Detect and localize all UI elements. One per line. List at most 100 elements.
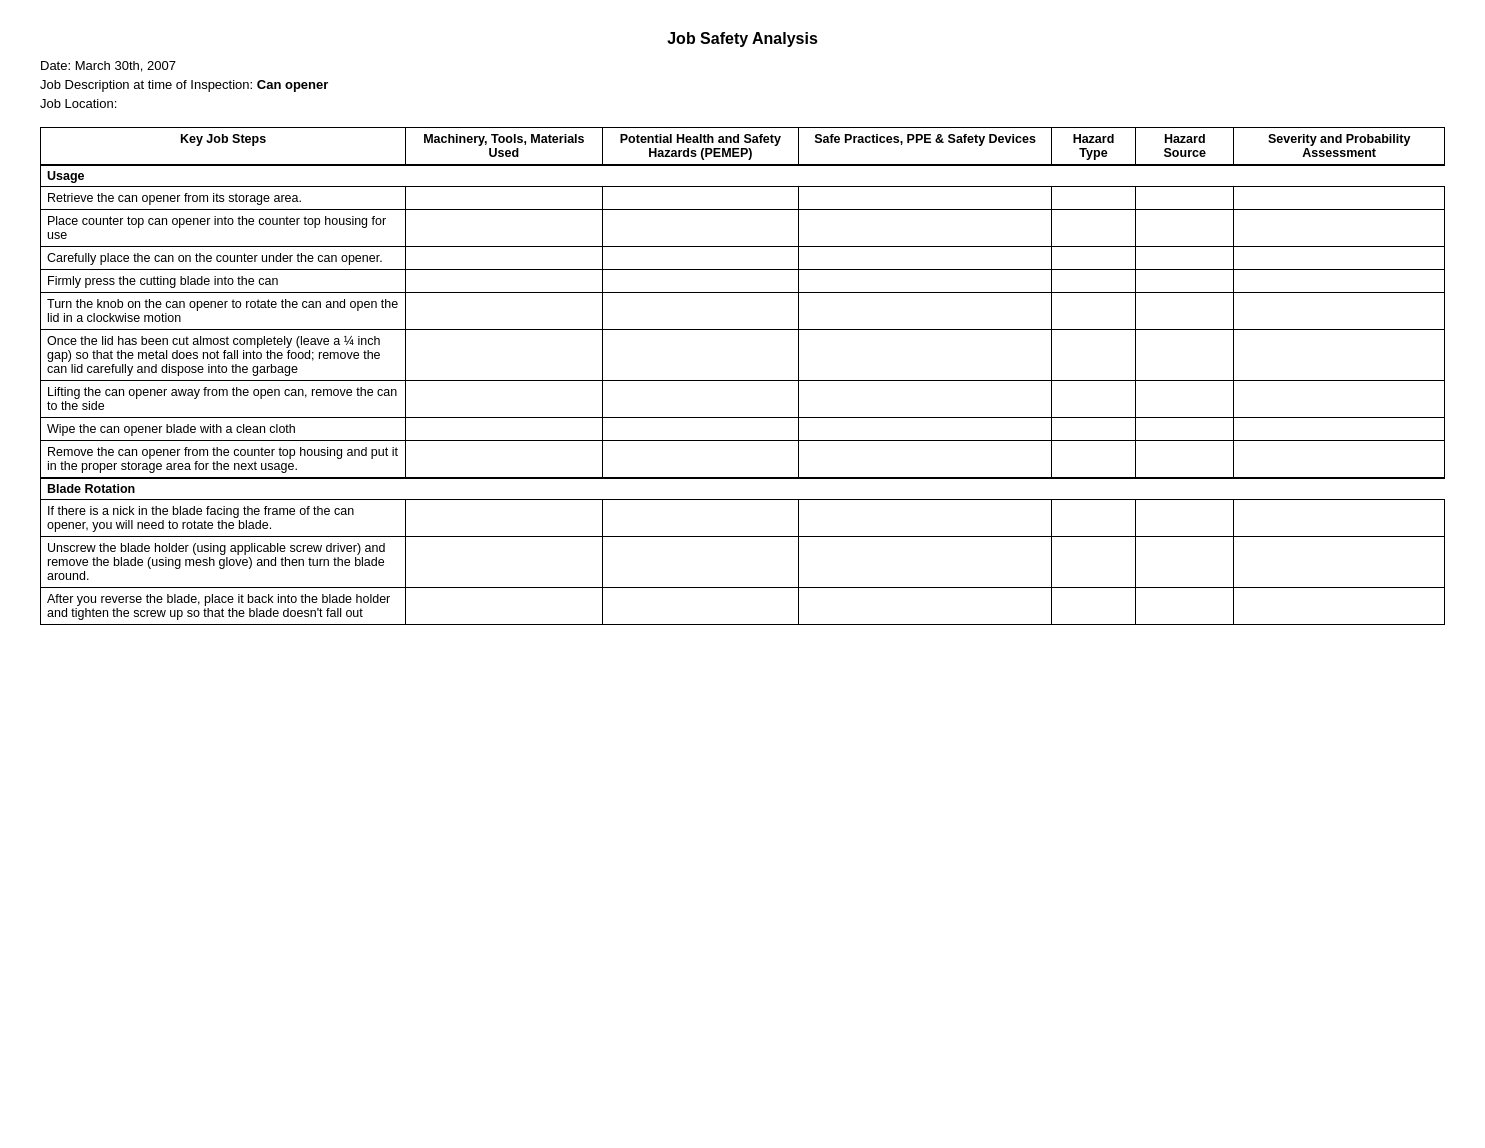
- data-cell: [1051, 588, 1135, 625]
- data-cell: [1051, 247, 1135, 270]
- key-step-cell: Remove the can opener from the counter t…: [41, 441, 406, 479]
- table-row: Place counter top can opener into the co…: [41, 210, 1445, 247]
- data-cell: [1136, 441, 1234, 479]
- data-cell: [1136, 500, 1234, 537]
- data-cell: [1136, 270, 1234, 293]
- data-cell: [406, 588, 603, 625]
- key-step-cell: Lifting the can opener away from the ope…: [41, 381, 406, 418]
- data-cell: [799, 210, 1052, 247]
- table-row: Turn the knob on the can opener to rotat…: [41, 293, 1445, 330]
- data-cell: [602, 418, 799, 441]
- data-cell: [602, 441, 799, 479]
- table-row: After you reverse the blade, place it ba…: [41, 588, 1445, 625]
- key-step-cell: Carefully place the can on the counter u…: [41, 247, 406, 270]
- page-title: Job Safety Analysis: [40, 30, 1445, 48]
- data-cell: [602, 210, 799, 247]
- data-cell: [1136, 537, 1234, 588]
- data-cell: [1051, 537, 1135, 588]
- header-machinery: Machinery, Tools, Materials Used: [406, 128, 603, 166]
- data-cell: [406, 247, 603, 270]
- data-cell: [406, 187, 603, 210]
- key-step-cell: Wipe the can opener blade with a clean c…: [41, 418, 406, 441]
- data-cell: [602, 381, 799, 418]
- data-cell: [799, 293, 1052, 330]
- data-cell: [1136, 330, 1234, 381]
- data-cell: [1051, 330, 1135, 381]
- table-row: Lifting the can opener away from the ope…: [41, 381, 1445, 418]
- data-cell: [1136, 381, 1234, 418]
- data-cell: [602, 588, 799, 625]
- data-cell: [1051, 418, 1135, 441]
- key-step-cell: If there is a nick in the blade facing t…: [41, 500, 406, 537]
- data-cell: [1234, 381, 1445, 418]
- table-row: Carefully place the can on the counter u…: [41, 247, 1445, 270]
- data-cell: [799, 500, 1052, 537]
- data-cell: [1051, 441, 1135, 479]
- data-cell: [406, 293, 603, 330]
- table-row: Unscrew the blade holder (using applicab…: [41, 537, 1445, 588]
- data-cell: [602, 330, 799, 381]
- data-cell: [799, 381, 1052, 418]
- header-hazard-source: Hazard Source: [1136, 128, 1234, 166]
- key-step-cell: Firmly press the cutting blade into the …: [41, 270, 406, 293]
- data-cell: [406, 500, 603, 537]
- meta-job-desc: Job Description at time of Inspection: C…: [40, 77, 1445, 92]
- data-cell: [602, 537, 799, 588]
- table-row: Remove the can opener from the counter t…: [41, 441, 1445, 479]
- data-cell: [1136, 247, 1234, 270]
- data-cell: [1051, 210, 1135, 247]
- data-cell: [1234, 247, 1445, 270]
- table-row: Retrieve the can opener from its storage…: [41, 187, 1445, 210]
- table-row: If there is a nick in the blade facing t…: [41, 500, 1445, 537]
- table-row: Firmly press the cutting blade into the …: [41, 270, 1445, 293]
- header-safe-practices: Safe Practices, PPE & Safety Devices: [799, 128, 1052, 166]
- header-key-job-steps: Key Job Steps: [41, 128, 406, 166]
- data-cell: [1136, 210, 1234, 247]
- key-step-cell: Turn the knob on the can opener to rotat…: [41, 293, 406, 330]
- data-cell: [799, 187, 1052, 210]
- key-step-cell: Once the lid has been cut almost complet…: [41, 330, 406, 381]
- data-cell: [602, 270, 799, 293]
- header-severity: Severity and Probability Assessment: [1234, 128, 1445, 166]
- data-cell: [1234, 270, 1445, 293]
- header-potential: Potential Health and Safety Hazards (PEM…: [602, 128, 799, 166]
- key-step-cell: Unscrew the blade holder (using applicab…: [41, 537, 406, 588]
- data-cell: [406, 270, 603, 293]
- data-cell: [1234, 210, 1445, 247]
- key-step-cell: After you reverse the blade, place it ba…: [41, 588, 406, 625]
- data-cell: [406, 381, 603, 418]
- data-cell: [1234, 441, 1445, 479]
- jsa-table-wrapper: Key Job Steps Machinery, Tools, Material…: [40, 127, 1445, 625]
- data-cell: [406, 330, 603, 381]
- data-cell: [1234, 418, 1445, 441]
- jsa-table: Key Job Steps Machinery, Tools, Material…: [40, 127, 1445, 625]
- data-cell: [1136, 187, 1234, 210]
- data-cell: [799, 418, 1052, 441]
- data-cell: [1136, 418, 1234, 441]
- data-cell: [1234, 500, 1445, 537]
- data-cell: [799, 247, 1052, 270]
- key-step-cell: Place counter top can opener into the co…: [41, 210, 406, 247]
- data-cell: [1234, 293, 1445, 330]
- data-cell: [602, 187, 799, 210]
- key-step-cell: Retrieve the can opener from its storage…: [41, 187, 406, 210]
- data-cell: [1234, 187, 1445, 210]
- data-cell: [1051, 293, 1135, 330]
- section-header-1: Blade Rotation: [41, 478, 1445, 500]
- data-cell: [1051, 500, 1135, 537]
- section-header-0: Usage: [41, 165, 1445, 187]
- data-cell: [1136, 588, 1234, 625]
- meta-date: Date: March 30th, 2007: [40, 58, 1445, 73]
- data-cell: [1234, 537, 1445, 588]
- data-cell: [602, 247, 799, 270]
- data-cell: [799, 588, 1052, 625]
- data-cell: [1051, 187, 1135, 210]
- data-cell: [406, 537, 603, 588]
- data-cell: [602, 500, 799, 537]
- data-cell: [799, 330, 1052, 381]
- data-cell: [1234, 588, 1445, 625]
- meta-job-location: Job Location:: [40, 96, 1445, 111]
- data-cell: [799, 441, 1052, 479]
- table-row: Wipe the can opener blade with a clean c…: [41, 418, 1445, 441]
- data-cell: [1136, 293, 1234, 330]
